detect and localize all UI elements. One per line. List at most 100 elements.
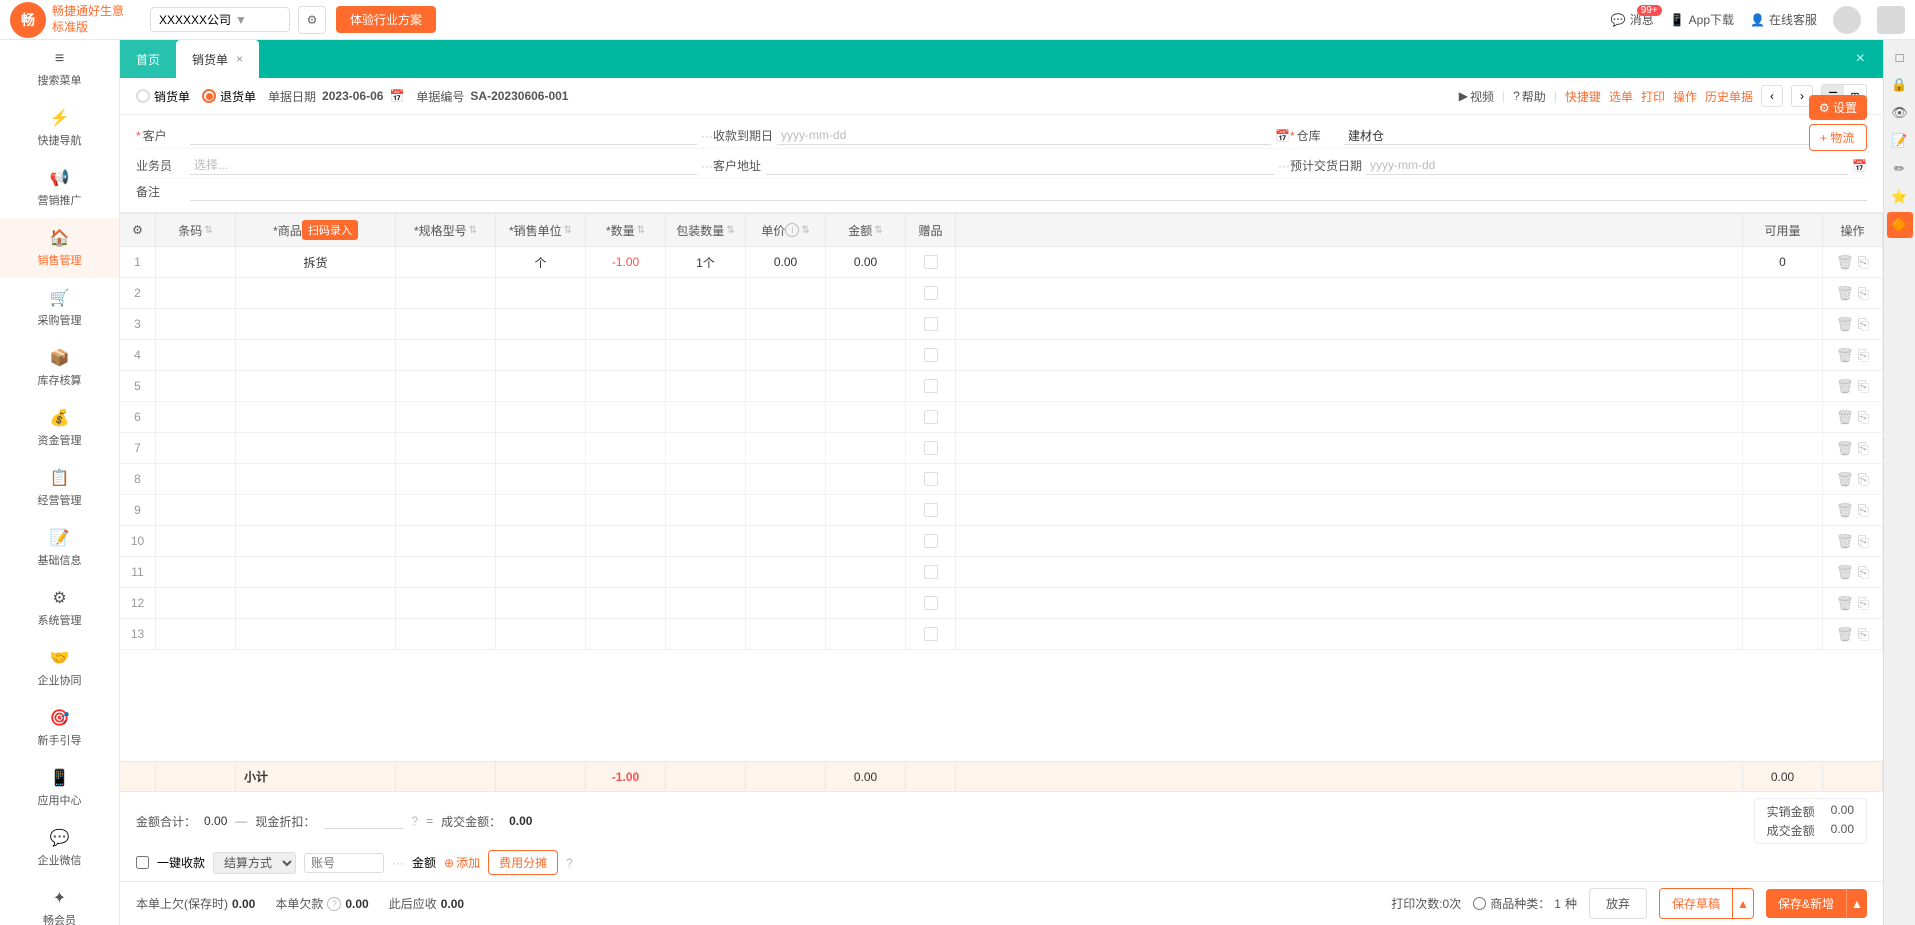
sort-qty[interactable]: ⇅ (637, 225, 645, 236)
sort-unit[interactable]: ⇅ (564, 225, 572, 236)
sidebar-item-enterprise[interactable]: 🤝 企业协同 (0, 638, 119, 698)
save-new-arrow[interactable]: ▲ (1847, 889, 1867, 918)
td-amount-1[interactable]: 0.00 (826, 247, 906, 277)
save-draft-arrow[interactable]: ▲ (1733, 889, 1753, 918)
sidebar-item-finance[interactable]: 💰 资金管理 (0, 398, 119, 458)
copy-row-1[interactable]: ⎘ (1858, 254, 1869, 271)
customer-more-btn[interactable]: ··· (701, 129, 713, 143)
calendar-icon[interactable]: 📅 (389, 89, 404, 103)
salesman-input[interactable] (190, 156, 697, 175)
app-download-button[interactable]: 📱 App下载 (1670, 11, 1734, 28)
copy-row-6[interactable]: ⎘ (1858, 409, 1869, 426)
print-btn[interactable]: 打印 (1641, 88, 1665, 105)
scan-button[interactable]: 扫码录入 (302, 220, 358, 240)
delete-row-1[interactable]: 🗑 (1836, 254, 1854, 271)
td-gift-1[interactable] (906, 247, 956, 277)
sort-price[interactable]: ⇅ (801, 225, 809, 236)
right-tool-7[interactable]: 🔶 (1887, 212, 1913, 238)
company-selector[interactable]: XXXXXX公司 ▼ (150, 7, 290, 32)
sidebar-item-sysmgmt[interactable]: ⚙ 系统管理 (0, 578, 119, 638)
add-payment-btn[interactable]: ⊕ 添加 (444, 854, 480, 871)
sidebar-item-marketing[interactable]: 📢 营销推广 (0, 158, 119, 218)
salesman-more-btn[interactable]: ··· (701, 159, 713, 173)
warehouse-input[interactable] (1344, 126, 1851, 145)
sidebar-item-guide[interactable]: 🎯 新手引导 (0, 698, 119, 758)
delete-row-8[interactable]: 🗑 (1836, 471, 1854, 488)
nav-prev-btn[interactable]: ‹ (1761, 85, 1783, 107)
settings-gear-button[interactable]: ⚙ (298, 6, 326, 34)
copy-row-11[interactable]: ⎘ (1858, 564, 1869, 581)
discount-input[interactable] (323, 814, 403, 829)
td-pkg-1[interactable]: 1个 (666, 247, 746, 277)
setting-button[interactable]: ⚙ 设置 (1809, 95, 1867, 120)
sidebar-item-appcenter[interactable]: 📱 应用中心 (0, 758, 119, 818)
td-spec-1[interactable] (396, 247, 496, 277)
product-type-radio[interactable] (1473, 897, 1486, 910)
sort-barcode[interactable]: ⇅ (204, 225, 212, 236)
delete-row-6[interactable]: 🗑 (1836, 409, 1854, 426)
expense-help-icon[interactable]: ? (566, 856, 573, 870)
select-btn[interactable]: 选单 (1609, 88, 1633, 105)
sidebar-item-quicknav[interactable]: ⚡ 快捷导航 (0, 98, 119, 158)
tab-close-all-btn[interactable]: × (1848, 50, 1873, 68)
video-btn[interactable]: ▶ 视频 (1459, 88, 1494, 105)
footer-help-icon[interactable]: ? (411, 814, 418, 828)
logistics-button[interactable]: + 物流 (1809, 124, 1867, 151)
copy-row-12[interactable]: ⎘ (1858, 595, 1869, 612)
right-tool-1[interactable]: □ (1887, 44, 1913, 70)
delete-row-4[interactable]: 🗑 (1836, 347, 1854, 364)
right-tool-4[interactable]: 📝 (1887, 128, 1913, 154)
sidebar-item-baseinfo[interactable]: 📝 基础信息 (0, 518, 119, 578)
sidebar-item-search[interactable]: ≡ 搜索菜单 (0, 40, 119, 98)
trial-button[interactable]: 体验行业方案 (336, 6, 436, 33)
payment-calendar-icon[interactable]: 📅 (1275, 129, 1290, 143)
sidebar-item-vip[interactable]: ✦ 畅会员 (0, 878, 119, 925)
radio-sales-order[interactable]: 销货单 (136, 88, 190, 105)
copy-row-10[interactable]: ⎘ (1858, 533, 1869, 550)
th-settings[interactable]: ⚙ (120, 214, 156, 246)
right-tool-2[interactable]: 🔒 (1887, 72, 1913, 98)
right-tool-6[interactable]: ⭐ (1887, 184, 1913, 210)
user-avatar[interactable] (1833, 6, 1861, 34)
right-tool-5[interactable]: ✏ (1887, 156, 1913, 182)
address-input[interactable] (767, 156, 1274, 175)
operate-btn[interactable]: 操作 (1673, 88, 1697, 105)
customer-input[interactable] (190, 126, 697, 145)
delete-row-2[interactable]: 🗑 (1836, 285, 1854, 302)
account-input[interactable] (304, 853, 384, 873)
tab-sales-order[interactable]: 销货单 × (176, 40, 259, 78)
delete-row-3[interactable]: 🗑 (1836, 316, 1854, 333)
sidebar-item-business[interactable]: 📋 经营管理 (0, 458, 119, 518)
sidebar-item-enterprise-wx[interactable]: 💬 企业微信 (0, 818, 119, 878)
save-new-button[interactable]: 保存&新增 (1766, 889, 1846, 918)
delete-row-7[interactable]: 🗑 (1836, 440, 1854, 457)
user-menu-button[interactable] (1877, 6, 1905, 34)
delete-row-5[interactable]: 🗑 (1836, 378, 1854, 395)
price-info-icon[interactable]: i (785, 223, 799, 237)
save-draft-button[interactable]: 保存草稿 (1660, 889, 1732, 918)
td-product-1[interactable]: 拆货 (236, 247, 396, 277)
delete-row-11[interactable]: 🗑 (1836, 564, 1854, 581)
td-unit-1[interactable]: 个 (496, 247, 586, 277)
copy-row-13[interactable]: ⎘ (1858, 626, 1869, 643)
copy-row-9[interactable]: ⎘ (1858, 502, 1869, 519)
one-click-payment-checkbox[interactable] (136, 856, 149, 869)
copy-row-7[interactable]: ⎘ (1858, 440, 1869, 457)
abandon-button[interactable]: 放弃 (1589, 888, 1647, 919)
settlement-select[interactable]: 结算方式 (213, 852, 296, 874)
tab-close-icon[interactable]: × (236, 52, 243, 66)
copy-row-5[interactable]: ⎘ (1858, 378, 1869, 395)
delete-row-12[interactable]: 🗑 (1836, 595, 1854, 612)
td-qty-1[interactable]: -1.00 (586, 247, 666, 277)
help-btn[interactable]: ? 帮助 (1513, 88, 1546, 105)
sidebar-item-inventory[interactable]: 📦 库存核算 (0, 338, 119, 398)
delete-row-10[interactable]: 🗑 (1836, 533, 1854, 550)
sidebar-item-sales[interactable]: 🏠 销售管理 (0, 218, 119, 278)
account-more-btn[interactable]: ··· (392, 856, 404, 870)
address-more-btn[interactable]: ··· (1278, 159, 1290, 173)
td-barcode-1[interactable] (156, 247, 236, 277)
td-price-1[interactable]: 0.00 (746, 247, 826, 277)
expense-split-btn[interactable]: 费用分摊 (488, 850, 558, 875)
remark-input[interactable] (190, 182, 1867, 201)
sort-spec[interactable]: ⇅ (469, 225, 477, 236)
